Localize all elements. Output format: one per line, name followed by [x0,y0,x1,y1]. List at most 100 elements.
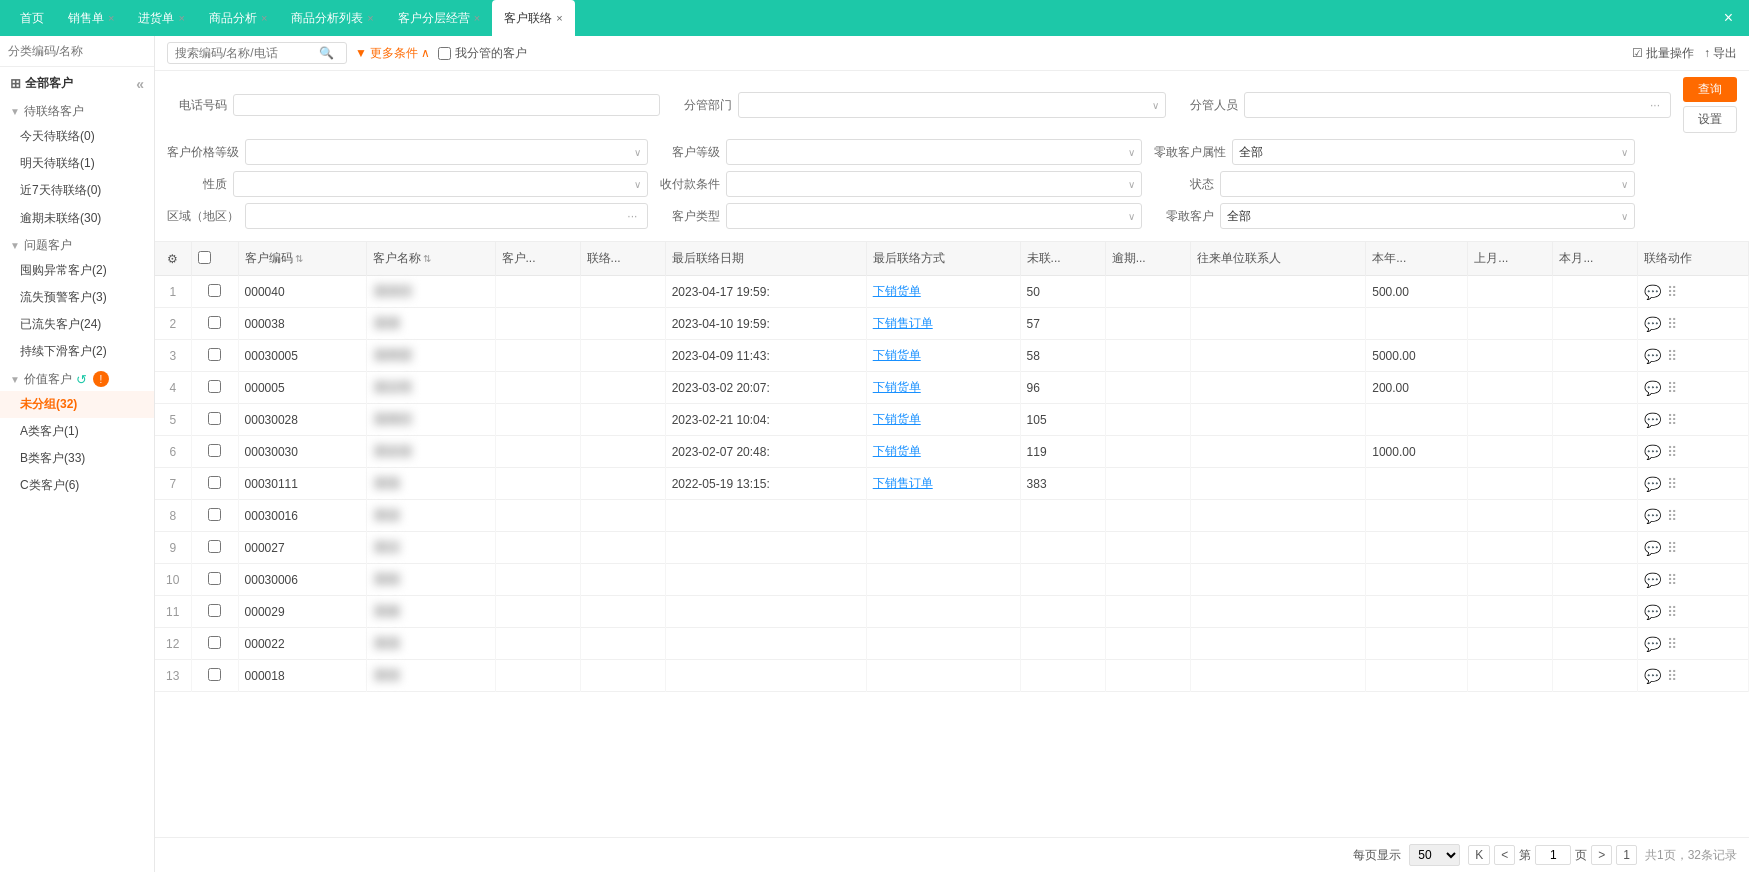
chat-icon[interactable]: 💬 [1644,348,1661,364]
staff-select[interactable]: ··· [1244,92,1671,118]
window-close-icon[interactable]: × [1716,9,1741,27]
query-button[interactable]: 查询 [1683,77,1737,102]
filter-search-input[interactable] [175,46,315,60]
sort-code-icon[interactable]: ⇅ [295,253,303,264]
status-select[interactable]: ∨ [1220,171,1635,197]
row-checkbox[interactable] [191,628,238,660]
chat-icon[interactable]: 💬 [1644,412,1661,428]
sidebar-item-ungrouped[interactable]: 未分组(32) [0,391,154,418]
chat-icon[interactable]: 💬 [1644,476,1661,492]
row-last-method[interactable]: 下销售订单 [866,308,1020,340]
my-customers-checkbox[interactable]: 我分管的客户 [438,45,527,62]
close-tab-5-icon[interactable]: × [556,0,562,36]
attr-select[interactable]: 全部 ∨ [1232,139,1635,165]
export-btn[interactable]: ↑ 导出 [1704,45,1737,62]
app-icon[interactable]: ⠿ [1667,316,1677,332]
row-checkbox[interactable] [191,468,238,500]
sidebar-item-churning[interactable]: 流失预警客户(3) [0,284,154,311]
region-dots[interactable]: ··· [623,209,641,223]
row-checkbox[interactable] [191,596,238,628]
app-icon[interactable]: ⠿ [1667,284,1677,300]
nav-tab-0[interactable]: 销售单 × [56,0,126,36]
sidebar-item-7days[interactable]: 近7天待联络(0) [0,177,154,204]
row-checkbox[interactable] [191,308,238,340]
app-icon[interactable]: ⠿ [1667,572,1677,588]
last-method-link[interactable]: 下销售订单 [873,476,933,490]
refresh-icon[interactable]: ↺ [76,372,87,387]
level-select[interactable]: ∨ [726,139,1141,165]
row-last-method[interactable]: 下销货单 [866,372,1020,404]
sidebar-value-group[interactable]: ▼ 价值客户 ↺ ! [0,366,154,391]
sidebar-item-tomorrow[interactable]: 明天待联络(1) [0,150,154,177]
app-icon[interactable]: ⠿ [1667,444,1677,460]
row-checkbox[interactable] [191,564,238,596]
last-method-link[interactable]: 下销货单 [873,412,921,426]
app-icon[interactable]: ⠿ [1667,636,1677,652]
sidebar-collapse-icon[interactable]: « [136,76,144,92]
row-last-method[interactable]: 下销售订单 [866,468,1020,500]
app-icon[interactable]: ⠿ [1667,380,1677,396]
row-checkbox[interactable] [191,660,238,692]
gear-icon[interactable]: ⚙ [167,252,178,266]
last-method-link[interactable]: 下销货单 [873,380,921,394]
filter-search-icon[interactable]: 🔍 [319,46,334,60]
chat-icon[interactable]: 💬 [1644,636,1661,652]
row-last-method[interactable]: 下销货单 [866,276,1020,308]
sidebar-pending-group[interactable]: ▼ 待联络客户 [0,98,154,123]
row-last-method[interactable]: 下销货单 [866,436,1020,468]
chat-icon[interactable]: 💬 [1644,380,1661,396]
row-checkbox[interactable] [191,404,238,436]
batch-op-btn[interactable]: ☑ 批量操作 [1632,45,1694,62]
nav-tab-1[interactable]: 进货单 × [126,0,196,36]
phone-input[interactable] [233,94,660,116]
sidebar-item-a-class[interactable]: A类客户(1) [0,418,154,445]
chat-icon[interactable]: 💬 [1644,508,1661,524]
type-select[interactable]: ∨ [726,203,1141,229]
chat-icon[interactable]: 💬 [1644,444,1661,460]
dept-select[interactable]: ∨ [738,92,1165,118]
sidebar-search-input[interactable] [8,44,155,58]
close-tab-2-icon[interactable]: × [261,0,267,36]
region-select[interactable]: ··· [245,203,648,229]
close-tab-0-icon[interactable]: × [108,0,114,36]
first-page-btn[interactable]: K [1468,845,1490,865]
sidebar-item-churned[interactable]: 已流失客户(24) [0,311,154,338]
chat-icon[interactable]: 💬 [1644,316,1661,332]
close-tab-1-icon[interactable]: × [178,0,184,36]
sidebar-problem-group[interactable]: ▼ 问题客户 [0,232,154,257]
sidebar-item-overdue[interactable]: 逾期未联络(30) [0,205,154,232]
retail-select[interactable]: 全部 ∨ [1220,203,1635,229]
reset-button[interactable]: 设置 [1683,106,1737,133]
sort-name-icon[interactable]: ⇅ [423,253,431,264]
close-tab-3-icon[interactable]: × [367,0,373,36]
staff-dots[interactable]: ··· [1646,98,1664,112]
last-method-link[interactable]: 下销售订单 [873,316,933,330]
row-checkbox[interactable] [191,436,238,468]
sidebar-item-c-class[interactable]: C类客户(6) [0,472,154,499]
nav-home[interactable]: 首页 [8,0,56,36]
last-method-link[interactable]: 下销货单 [873,444,921,458]
app-icon[interactable]: ⠿ [1667,476,1677,492]
app-icon[interactable]: ⠿ [1667,412,1677,428]
row-checkbox[interactable] [191,532,238,564]
last-method-link[interactable]: 下销货单 [873,284,921,298]
app-icon[interactable]: ⠿ [1667,668,1677,684]
my-customers-check[interactable] [438,47,451,60]
chat-icon[interactable]: 💬 [1644,572,1661,588]
last-method-link[interactable]: 下销货单 [873,348,921,362]
per-page-select[interactable]: 50 100 200 [1409,844,1460,866]
select-all-checkbox[interactable] [198,251,211,264]
chat-icon[interactable]: 💬 [1644,604,1661,620]
nav-tab-5[interactable]: 客户联络 × [492,0,574,36]
app-icon[interactable]: ⠿ [1667,508,1677,524]
chat-icon[interactable]: 💬 [1644,284,1661,300]
row-checkbox[interactable] [191,340,238,372]
prev-page-btn[interactable]: < [1494,845,1515,865]
nav-tab-4[interactable]: 客户分层经营 × [386,0,492,36]
app-icon[interactable]: ⠿ [1667,348,1677,364]
row-checkbox[interactable] [191,372,238,404]
sidebar-item-declining[interactable]: 持续下滑客户(2) [0,338,154,365]
next-page-btn[interactable]: > [1591,845,1612,865]
pay-select[interactable]: ∨ [726,171,1141,197]
chat-icon[interactable]: 💬 [1644,668,1661,684]
